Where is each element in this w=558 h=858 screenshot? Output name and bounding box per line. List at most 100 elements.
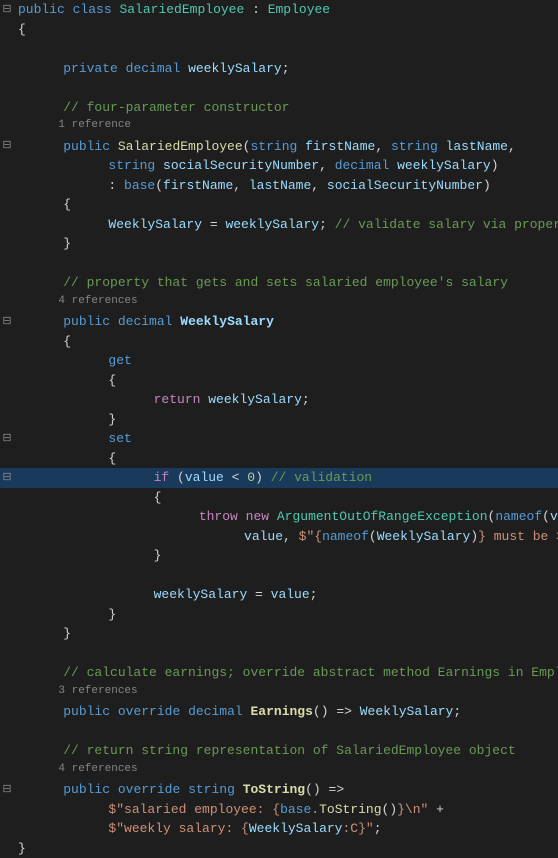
line-44: } — [0, 839, 558, 858]
line-3 — [0, 39, 558, 59]
gutter-36 — [0, 683, 14, 703]
collapse-17[interactable]: ⊟ — [0, 312, 14, 332]
code-line-23: set — [42, 429, 550, 449]
code-line-30 — [56, 566, 550, 586]
gutter-18 — [0, 332, 14, 352]
line-10: : base(firstName, lastName, socialSecuri… — [0, 176, 558, 196]
code-line-15: // property that gets and sets salaried … — [28, 273, 550, 293]
line-27: throw new ArgumentOutOfRangeException(na… — [0, 507, 558, 527]
gutter-6 — [0, 98, 14, 118]
code-line-4: private decimal weeklySalary; — [28, 59, 550, 79]
code-line-9: string socialSecurityNumber, decimal wee… — [42, 156, 550, 176]
code-line-36: 3 references — [28, 683, 550, 703]
line-6: // four-parameter constructor — [0, 98, 558, 118]
code-line-19: get — [42, 351, 550, 371]
line-11: { — [0, 195, 558, 215]
line-8: ⊟ public SalariedEmployee(string firstNa… — [0, 137, 558, 157]
code-line-7: 1 reference — [28, 117, 550, 137]
line-7: 1 reference — [0, 117, 558, 137]
line-39: // return string representation of Salar… — [0, 741, 558, 761]
gutter-13 — [0, 234, 14, 254]
line-26: { — [0, 488, 558, 508]
line-38 — [0, 722, 558, 742]
gutter-10 — [0, 176, 14, 196]
gutter-44 — [0, 839, 14, 858]
gutter-42 — [0, 800, 14, 820]
line-16: 4 references — [0, 293, 558, 313]
code-line-13: } — [28, 234, 550, 254]
gutter-33 — [0, 624, 14, 644]
code-line-27: throw new ArgumentOutOfRangeException(na… — [70, 507, 558, 527]
line-42: $"salaried employee: {base.ToString()}\n… — [0, 800, 558, 820]
gutter-3 — [0, 39, 14, 59]
collapse-23[interactable]: ⊟ — [0, 429, 14, 449]
line-41: ⊟ public override string ToString() => — [0, 780, 558, 800]
gutter-40 — [0, 761, 14, 781]
code-line-42: $"salaried employee: {base.ToString()}\n… — [42, 800, 550, 820]
line-17: ⊟ public decimal WeeklySalary — [0, 312, 558, 332]
code-line-44: } — [14, 839, 550, 858]
gutter-39 — [0, 741, 14, 761]
code-line-24: { — [42, 449, 550, 469]
gutter-30 — [0, 566, 14, 586]
line-30 — [0, 566, 558, 586]
collapse-25[interactable]: ⊟ — [0, 468, 14, 488]
line-1: ⊟ public class SalariedEmployee : Employ… — [0, 0, 558, 20]
collapse-41[interactable]: ⊟ — [0, 780, 14, 800]
line-20: { — [0, 371, 558, 391]
line-28: value, $"{nameof(WeeklySalary)} must be … — [0, 527, 558, 547]
code-line-1: public class SalariedEmployee : Employee — [14, 0, 550, 20]
gutter-27 — [0, 507, 14, 527]
gutter-5 — [0, 78, 14, 98]
line-21: return weeklySalary; — [0, 390, 558, 410]
gutter-15 — [0, 273, 14, 293]
code-line-29: } — [56, 546, 550, 566]
gutter-37 — [0, 702, 14, 722]
code-line-3 — [28, 39, 550, 59]
line-31: weeklySalary = value; — [0, 585, 558, 605]
code-line-22: } — [42, 410, 550, 430]
gutter-29 — [0, 546, 14, 566]
line-40: 4 references — [0, 761, 558, 781]
line-12: WeeklySalary = weeklySalary; // validate… — [0, 215, 558, 235]
gutter-22 — [0, 410, 14, 430]
line-36: 3 references — [0, 683, 558, 703]
code-line-31: weeklySalary = value; — [56, 585, 550, 605]
gutter-38 — [0, 722, 14, 742]
code-line-6: // four-parameter constructor — [28, 98, 550, 118]
gutter-34 — [0, 644, 14, 664]
gutter-31 — [0, 585, 14, 605]
line-4: private decimal weeklySalary; — [0, 59, 558, 79]
code-line-39: // return string representation of Salar… — [28, 741, 550, 761]
line-5 — [0, 78, 558, 98]
gutter-32 — [0, 605, 14, 625]
gutter-24 — [0, 449, 14, 469]
gutter-9 — [0, 156, 14, 176]
line-25: ⊟ if (value < 0) // validation — [0, 468, 558, 488]
line-9: string socialSecurityNumber, decimal wee… — [0, 156, 558, 176]
gutter-20 — [0, 371, 14, 391]
gutter-4 — [0, 59, 14, 79]
code-line-34 — [28, 644, 550, 664]
line-34 — [0, 644, 558, 664]
line-14 — [0, 254, 558, 274]
code-line-10: : base(firstName, lastName, socialSecuri… — [42, 176, 550, 196]
code-line-2: { — [14, 20, 550, 40]
collapse-8[interactable]: ⊟ — [0, 137, 14, 157]
gutter-14 — [0, 254, 14, 274]
line-18: { — [0, 332, 558, 352]
gutter-21 — [0, 390, 14, 410]
code-line-11: { — [28, 195, 550, 215]
code-line-21: return weeklySalary; — [56, 390, 550, 410]
gutter-16 — [0, 293, 14, 313]
code-line-12: WeeklySalary = weeklySalary; // validate… — [42, 215, 558, 235]
gutter-28 — [0, 527, 14, 547]
code-line-28: value, $"{nameof(WeeklySalary)} must be … — [84, 527, 558, 547]
gutter-12 — [0, 215, 14, 235]
code-editor: ⊟ public class SalariedEmployee : Employ… — [0, 0, 558, 858]
line-22: } — [0, 410, 558, 430]
code-line-17: public decimal WeeklySalary — [28, 312, 550, 332]
gutter-2 — [0, 20, 14, 40]
line-33: } — [0, 624, 558, 644]
collapse-1[interactable]: ⊟ — [0, 0, 14, 20]
